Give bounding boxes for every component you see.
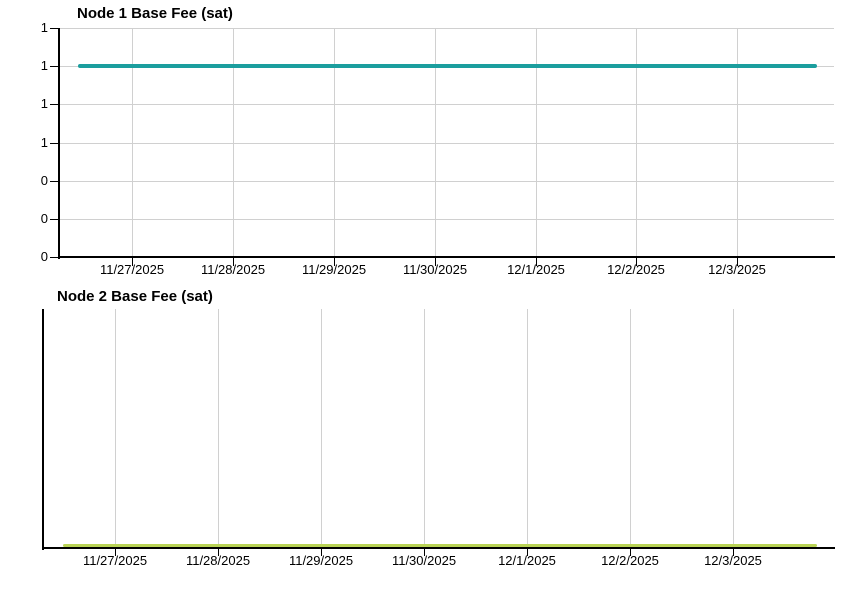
y-tick-label: 0: [26, 249, 48, 265]
x-tick-label: 12/1/2025: [498, 553, 556, 569]
chart-title: Node 1 Base Fee (sat): [77, 5, 233, 23]
chart-canvas: Node 1 Base Fee (sat) 1 1 1 1 0 0 0 11/27/2025 1…: [0, 0, 860, 600]
y-tick-label: 1: [26, 58, 48, 74]
v-gridline: [435, 28, 436, 257]
v-gridline: [630, 309, 631, 548]
series-line: [63, 544, 817, 547]
h-gridline: [59, 181, 834, 182]
x-tick-label: 11/30/2025: [392, 553, 456, 569]
x-tick-label: 11/30/2025: [403, 262, 467, 278]
chart-title: Node 2 Base Fee (sat): [57, 288, 213, 306]
y-tick-label: 0: [26, 173, 48, 189]
y-tick-label: 1: [26, 20, 48, 36]
v-gridline: [233, 28, 234, 257]
x-tick-label: 12/3/2025: [704, 553, 762, 569]
y-tick-mark: [50, 219, 58, 220]
x-tick-label: 12/2/2025: [607, 262, 665, 278]
v-gridline: [527, 309, 528, 548]
series-line: [78, 64, 817, 68]
x-tick-label: 12/1/2025: [507, 262, 565, 278]
x-tick-label: 11/27/2025: [83, 553, 147, 569]
x-tick-label: 12/2/2025: [601, 553, 659, 569]
v-gridline: [132, 28, 133, 257]
v-gridline: [424, 309, 425, 548]
y-tick-label: 1: [26, 135, 48, 151]
v-gridline: [737, 28, 738, 257]
y-tick-mark: [50, 66, 58, 67]
v-gridline: [733, 309, 734, 548]
y-tick-mark: [50, 257, 58, 258]
x-tick-label: 11/28/2025: [201, 262, 265, 278]
x-axis-line: [58, 256, 835, 258]
x-tick-label: 11/28/2025: [186, 553, 250, 569]
y-tick-label: 0: [26, 211, 48, 227]
x-axis-line: [42, 547, 835, 549]
x-tick-label: 11/27/2025: [100, 262, 164, 278]
h-gridline: [59, 219, 834, 220]
y-tick-mark: [50, 181, 58, 182]
y-tick-mark: [50, 143, 58, 144]
y-tick-mark: [50, 104, 58, 105]
h-gridline: [59, 143, 834, 144]
x-tick-label: 11/29/2025: [289, 553, 353, 569]
v-gridline: [636, 28, 637, 257]
h-gridline: [59, 104, 834, 105]
v-gridline: [321, 309, 322, 548]
v-gridline: [536, 28, 537, 257]
v-gridline: [115, 309, 116, 548]
y-tick-label: 1: [26, 96, 48, 112]
h-gridline: [59, 28, 834, 29]
v-gridline: [218, 309, 219, 548]
x-tick-label: 12/3/2025: [708, 262, 766, 278]
x-tick-label: 11/29/2025: [302, 262, 366, 278]
y-axis-line: [58, 28, 60, 259]
y-tick-mark: [50, 28, 58, 29]
y-axis-line: [42, 309, 44, 550]
v-gridline: [334, 28, 335, 257]
